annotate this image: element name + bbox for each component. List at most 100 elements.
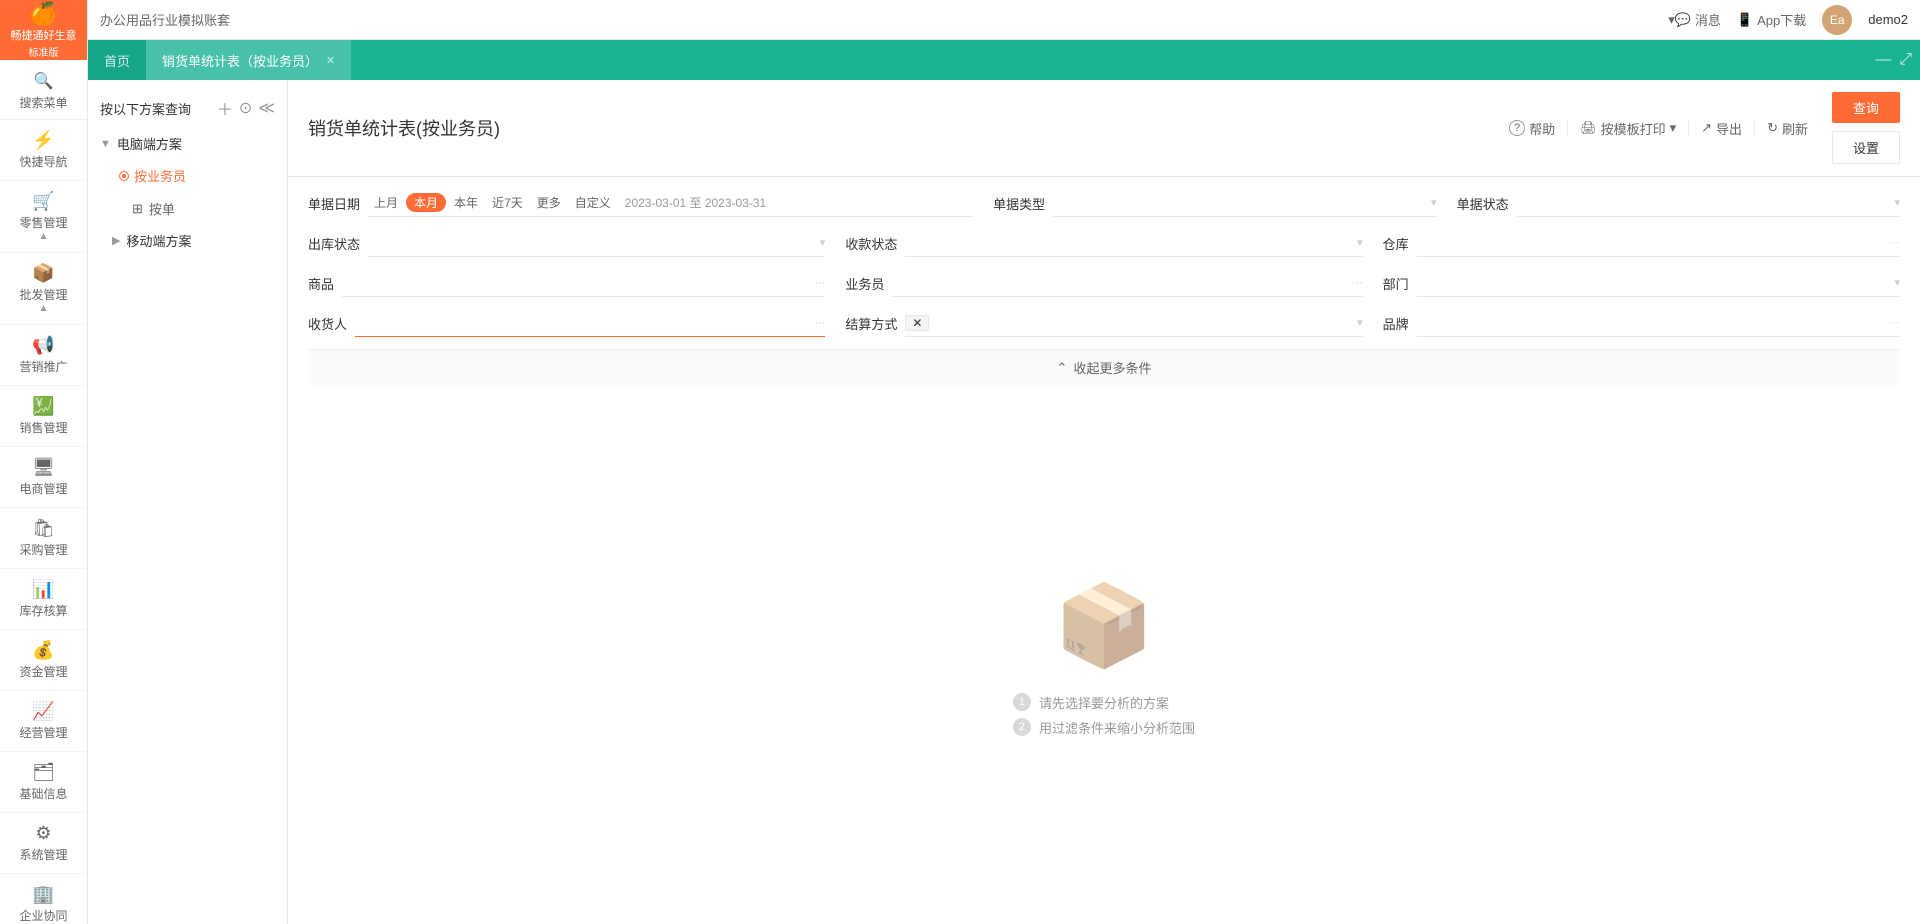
search-menu-item[interactable]: 🔍 搜索菜单 [0, 60, 87, 120]
app-download-action[interactable]: 📱 App下载 [1737, 10, 1806, 29]
add-scheme-icon[interactable]: ＋ [217, 96, 233, 120]
sidebar-item-purchase[interactable]: 🛍 采购管理 [0, 508, 87, 569]
sidebar-item-quicknav[interactable]: ⚡ 快捷导航 [0, 120, 87, 181]
scheme-by-order-label: 按单 [149, 199, 175, 218]
help-label: 帮助 [1529, 119, 1555, 138]
tab-home-label: 首页 [104, 51, 130, 70]
tab-maximize-icon[interactable]: ⤢ [1899, 51, 1912, 69]
tab-home[interactable]: 首页 [88, 40, 146, 80]
page-header-ops: ? 帮助 🖨 按模板打印 ▾ ↗ 导出 [1509, 92, 1900, 164]
date-range-text: 2023-03-01 至 2023-03-31 [625, 194, 766, 211]
divider2 [1688, 121, 1689, 135]
section-expand-arrow: ▼ [100, 138, 111, 150]
sidebar-item-ecommerce[interactable]: 🖥 电商管理 [0, 447, 87, 508]
settings-scheme-icon[interactable]: ⊙ [239, 98, 252, 118]
filter-row-2: 出库状态 ▾ 收款状态 ▾ 仓库 ··· [308, 229, 1900, 257]
collapse-label: 收起更多条件 [1073, 358, 1151, 377]
query-button[interactable]: 查询 [1832, 92, 1900, 123]
sidebar-item-system[interactable]: ⚙ 系统管理 [0, 813, 87, 874]
date-tab-custom[interactable]: 自定义 [569, 193, 617, 212]
tab-minimize-icon[interactable]: — [1875, 51, 1891, 69]
page-title: 销货单统计表(按业务员) [308, 115, 1509, 141]
sidebar-item-label: 企业协同 [19, 907, 67, 924]
export-button[interactable]: ↗ 导出 [1701, 119, 1742, 138]
sidebar-item-label: 营销推广 [19, 358, 67, 375]
inventory-icon: 📊 [32, 579, 54, 600]
app-sub: 标准版 [29, 44, 59, 59]
sidebar: 🍊 畅捷通好生意 标准版 🔍 搜索菜单 ⚡ 快捷导航 🛒 零售管理 ▲ 📦 批发… [0, 0, 88, 924]
scheme-by-order[interactable]: ⊞ 按单 [88, 192, 287, 225]
sidebar-item-label: 系统管理 [19, 846, 67, 863]
product-control[interactable]: ··· [342, 269, 825, 297]
salesperson-more-icon: ··· [1352, 277, 1363, 289]
date-tab-this-month[interactable]: 本月 [406, 193, 446, 212]
sidebar-item-label: 销售管理 [19, 419, 67, 436]
tag-close-icon[interactable]: ✕ [912, 316, 922, 330]
salesperson-control[interactable]: ··· [892, 269, 1362, 297]
payment-method-arrow-icon: ▾ [1357, 316, 1363, 329]
sidebar-item-sales[interactable]: 💹 销售管理 [0, 386, 87, 447]
warehouse-control[interactable]: ··· [1417, 229, 1900, 257]
marketing-icon: 📢 [32, 335, 54, 356]
mobile-section-label: 移动端方案 [126, 231, 191, 250]
username-label[interactable]: demo2 [1868, 12, 1908, 27]
department-label: 部门 [1383, 274, 1409, 293]
tab-sales-report[interactable]: 销货单统计表（按业务员） ✕ [146, 40, 351, 80]
template-print-button[interactable]: 🖨 按模板打印 ▾ [1580, 119, 1676, 138]
recipient-control[interactable]: ··· [355, 309, 825, 337]
date-tab-this-year[interactable]: 本年 [448, 193, 484, 212]
refresh-icon: ↻ [1767, 120, 1778, 136]
message-action[interactable]: 💬 消息 [1675, 10, 1721, 29]
product-more-icon: ··· [814, 277, 825, 289]
action-buttons: 查询 设置 [1832, 92, 1900, 164]
sidebar-item-finance[interactable]: 💰 资金管理 [0, 630, 87, 691]
refresh-button[interactable]: ↻ 刷新 [1767, 119, 1808, 138]
retail-icon: 🛒 [32, 191, 54, 212]
tab-close-icon[interactable]: ✕ [326, 54, 335, 67]
department-control[interactable]: ▾ [1417, 269, 1900, 297]
order-status-control[interactable]: ▾ [1517, 189, 1900, 217]
order-type-label: 单据类型 [993, 194, 1045, 213]
print-icon: 🖨 [1580, 120, 1597, 136]
enterprise-icon: 🏢 [32, 884, 54, 905]
collapse-panel-icon[interactable]: ≪ [258, 98, 275, 118]
desktop-section-title[interactable]: ▼ 电脑端方案 [88, 128, 287, 159]
sidebar-item-wholesale[interactable]: 📦 批发管理 ▲ [0, 253, 87, 325]
collection-status-control[interactable]: ▾ [905, 229, 1362, 257]
sidebar-item-retail[interactable]: 🛒 零售管理 ▲ [0, 181, 87, 253]
brand-control[interactable]: ··· [1417, 309, 1900, 337]
date-tab-last-month[interactable]: 上月 [368, 193, 404, 212]
help-button[interactable]: ? 帮助 [1509, 119, 1555, 138]
sidebar-item-label: 快捷导航 [19, 153, 67, 170]
sidebar-item-enterprise[interactable]: 🏢 企业协同 [0, 874, 87, 924]
payment-method-control[interactable]: ✕ ▾ [905, 309, 1362, 337]
out-status-control[interactable]: ▾ [368, 229, 825, 257]
date-tab-7days[interactable]: 近7天 [486, 193, 529, 212]
sidebar-item-operations[interactable]: 📈 经营管理 [0, 691, 87, 752]
order-date-control[interactable]: 上月 本月 本年 近7天 更多 自定义 2023-03-01 至 2023-03… [368, 189, 973, 217]
scheme-by-salesperson[interactable]: 按业务员 [88, 159, 287, 192]
desktop-section: ▼ 电脑端方案 按业务员 ⊞ 按单 [88, 128, 287, 225]
system-icon: ⚙ [35, 823, 51, 844]
quicknav-icon: ⚡ [32, 130, 54, 151]
sidebar-item-marketing[interactable]: 📢 营销推广 [0, 325, 87, 386]
sidebar-item-label: 资金管理 [19, 663, 67, 680]
filter-order-type: 单据类型 ▾ [993, 189, 1436, 217]
collapse-more-conditions[interactable]: ⌃ 收起更多条件 [308, 349, 1900, 385]
date-tab-more[interactable]: 更多 [531, 193, 567, 212]
user-avatar[interactable]: Ea [1822, 5, 1852, 35]
setting-button[interactable]: 设置 [1832, 131, 1900, 164]
hint-text-1: 请先选择要分析的方案 [1039, 693, 1169, 712]
sidebar-item-base[interactable]: 🗂 基础信息 [0, 752, 87, 813]
left-panel-action-group: ＋ ⊙ ≪ [217, 96, 275, 120]
date-tabs: 上月 本月 本年 近7天 更多 自定义 [368, 193, 617, 212]
sidebar-item-inventory[interactable]: 📊 库存核算 [0, 569, 87, 630]
mobile-section-title[interactable]: ▶ 移动端方案 [88, 225, 287, 256]
order-type-control[interactable]: ▾ [1053, 189, 1436, 217]
payment-method-tag: ✕ [905, 315, 929, 331]
filter-department: 部门 ▾ [1383, 269, 1900, 297]
filter-order-date: 单据日期 上月 本月 本年 近7天 更多 自定义 2023-03-01 至 20… [308, 189, 973, 217]
active-dot-icon [120, 172, 128, 180]
scheme-by-salesperson-label: 按业务员 [134, 166, 186, 185]
salesperson-label: 业务员 [845, 274, 884, 293]
